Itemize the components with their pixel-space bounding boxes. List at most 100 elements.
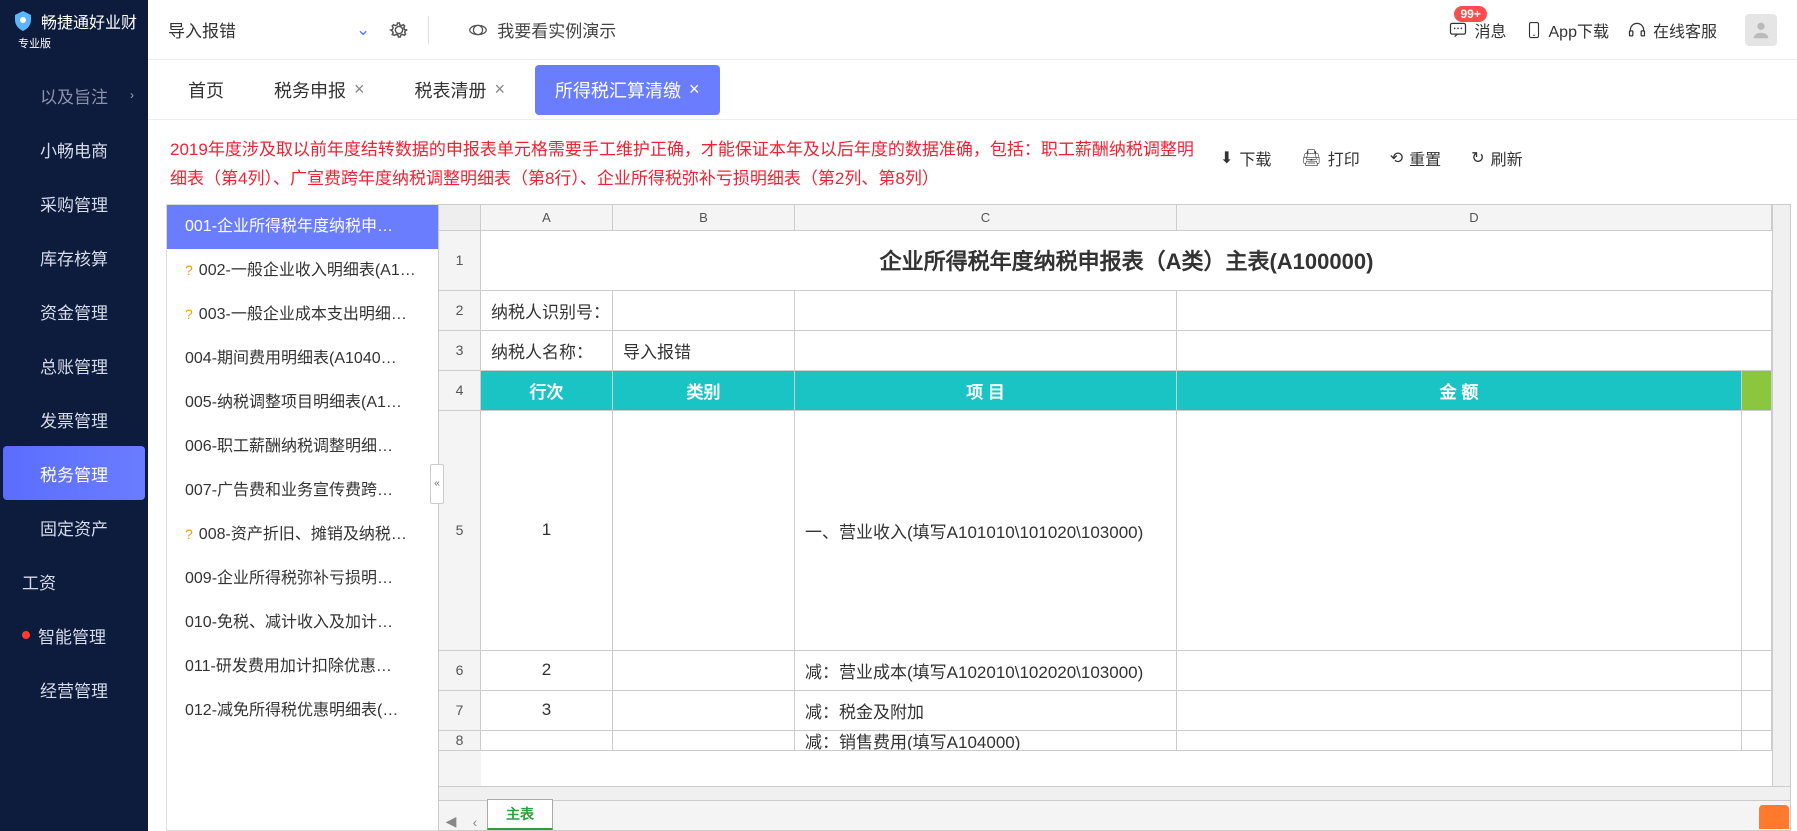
report-item[interactable]: 011-研发费用加计扣除优惠…: [167, 645, 438, 689]
row-header[interactable]: 6: [439, 651, 481, 691]
col-header[interactable]: C: [795, 205, 1177, 231]
cell[interactable]: [613, 691, 795, 730]
sidebar-item-business[interactable]: 经营管理: [0, 662, 148, 716]
cell[interactable]: 纳税人识别号：: [481, 291, 613, 330]
close-icon[interactable]: ×: [495, 79, 506, 100]
cell[interactable]: [481, 731, 613, 750]
refresh-button[interactable]: ↻刷新: [1471, 146, 1522, 170]
cell[interactable]: 减：税金及附加: [795, 691, 1177, 730]
sidebar-item-inventory[interactable]: 库存核算: [0, 230, 148, 284]
row-header[interactable]: 1: [439, 231, 481, 291]
cell[interactable]: [1742, 651, 1772, 690]
sidebar-item-purchase[interactable]: 采购管理: [0, 176, 148, 230]
report-item[interactable]: 012-减免所得税优惠明细表(…: [167, 689, 438, 733]
row-header[interactable]: 3: [439, 331, 481, 371]
sidebar-item-truncated[interactable]: 以及旨注›: [0, 68, 148, 122]
vertical-scrollbar[interactable]: [1772, 231, 1790, 786]
cell[interactable]: [1177, 691, 1742, 730]
report-item[interactable]: 001-企业所得税年度纳税申…: [167, 205, 438, 249]
col-header[interactable]: B: [613, 205, 795, 231]
collapse-handle[interactable]: «: [430, 464, 444, 504]
cell-header[interactable]: 类别: [613, 371, 795, 410]
cell[interactable]: 减：销售费用(填写A104000): [795, 731, 1177, 750]
sheet-nav-prev[interactable]: ‹: [463, 814, 487, 830]
cell[interactable]: [1177, 411, 1742, 650]
cell[interactable]: [1742, 691, 1772, 730]
cell[interactable]: [1177, 651, 1742, 690]
report-item[interactable]: ?003-一般企业成本支出明细…: [167, 293, 438, 337]
reset-button[interactable]: ⟲重置: [1390, 146, 1441, 170]
floating-action-icon[interactable]: [1759, 805, 1789, 829]
app-download-button[interactable]: App下载: [1525, 18, 1609, 42]
cell[interactable]: [613, 291, 795, 330]
cell[interactable]: [613, 411, 795, 650]
avatar[interactable]: [1745, 14, 1777, 46]
gear-icon[interactable]: [388, 19, 410, 41]
cell[interactable]: 纳税人名称：: [481, 331, 613, 370]
print-button[interactable]: 🖨打印: [1301, 146, 1359, 170]
tab-home[interactable]: 首页: [168, 63, 244, 117]
cell[interactable]: [1177, 291, 1772, 330]
cell[interactable]: [613, 651, 795, 690]
cell[interactable]: 一、营业收入(填写A101010\101020\103000): [795, 411, 1177, 650]
cell[interactable]: [613, 731, 795, 750]
cell[interactable]: [1177, 331, 1772, 370]
cell[interactable]: [1742, 731, 1772, 750]
org-selector[interactable]: 导入报错 ⌄: [168, 17, 370, 42]
sidebar-item-ecommerce[interactable]: 小畅电商: [0, 122, 148, 176]
tab-tax-declare[interactable]: 税务申报×: [254, 63, 385, 117]
row-header[interactable]: 4: [439, 371, 481, 411]
cell[interactable]: 2: [481, 651, 613, 690]
report-item[interactable]: 010-免税、减计收入及加计…: [167, 601, 438, 645]
sidebar-item-smart[interactable]: 智能管理: [0, 608, 148, 662]
report-item[interactable]: 004-期间费用明细表(A1040…: [167, 337, 438, 381]
cell[interactable]: [795, 291, 1177, 330]
cell-header[interactable]: 金 额: [1177, 371, 1742, 410]
cell-header[interactable]: [1742, 371, 1772, 410]
horizontal-scrollbar[interactable]: [439, 786, 1790, 800]
sheet-title[interactable]: 企业所得税年度纳税申报表（A类）主表(A100000): [481, 231, 1772, 290]
download-button[interactable]: ⬇下载: [1220, 146, 1271, 170]
cell[interactable]: 减：营业成本(填写A102010\102020\103000): [795, 651, 1177, 690]
row-header[interactable]: 8: [439, 731, 481, 751]
sidebar-item-ledger[interactable]: 总账管理: [0, 338, 148, 392]
sidebar-item-tax[interactable]: 税务管理: [3, 446, 145, 500]
close-icon[interactable]: ×: [354, 79, 365, 100]
cell[interactable]: [795, 331, 1177, 370]
sidebar-item-assets[interactable]: 固定资产: [0, 500, 148, 554]
col-header[interactable]: A: [481, 205, 613, 231]
messages-button[interactable]: 99+ 消息: [1448, 18, 1506, 42]
cell[interactable]: [1177, 731, 1742, 750]
select-all-cell[interactable]: [439, 205, 481, 231]
tab-income-tax[interactable]: 所得税汇算清缴×: [535, 65, 720, 115]
col-header[interactable]: D: [1177, 205, 1772, 231]
sheet-nav-first[interactable]: ◀: [439, 813, 463, 830]
sidebar-item-funds[interactable]: 资金管理: [0, 284, 148, 338]
report-item[interactable]: 006-职工薪酬纳税调整明细…: [167, 425, 438, 469]
user-icon: [1750, 19, 1772, 41]
report-item[interactable]: 005-纳税调整项目明细表(A1…: [167, 381, 438, 425]
sidebar-item-invoice[interactable]: 发票管理: [0, 392, 148, 446]
warning-text: 2019年度涉及取以前年度结转数据的申报表单元格需要手工维护正确，才能保证本年及…: [170, 136, 1200, 194]
report-item[interactable]: ?002-一般企业收入明细表(A1…: [167, 249, 438, 293]
row-header[interactable]: 2: [439, 291, 481, 331]
cell-header[interactable]: 项 目: [795, 371, 1177, 410]
cell[interactable]: 导入报错: [613, 331, 795, 370]
report-item[interactable]: 007-广告费和业务宣传费跨…: [167, 469, 438, 513]
sheet-tab[interactable]: 主表: [487, 799, 553, 830]
row-header[interactable]: 5: [439, 411, 481, 651]
tab-tax-list[interactable]: 税表清册×: [395, 63, 526, 117]
cell[interactable]: 3: [481, 691, 613, 730]
report-item[interactable]: ?008-资产折旧、摊销及纳税…: [167, 513, 438, 557]
cell-header[interactable]: 行次: [481, 371, 613, 410]
vertical-scrollbar[interactable]: [1772, 205, 1790, 231]
cell[interactable]: 1: [481, 411, 613, 650]
cell[interactable]: [1742, 411, 1772, 650]
sidebar-item-salary[interactable]: 工资: [0, 554, 148, 608]
row-header[interactable]: 7: [439, 691, 481, 731]
spreadsheet: A B C D 1 2 3 4 5 6 7 8 企业所得税年度纳税申报: [438, 204, 1791, 831]
close-icon[interactable]: ×: [689, 79, 700, 100]
demo-link[interactable]: 我要看实例演示: [467, 17, 616, 42]
support-button[interactable]: 在线客服: [1627, 18, 1717, 42]
report-item[interactable]: 009-企业所得税弥补亏损明…: [167, 557, 438, 601]
